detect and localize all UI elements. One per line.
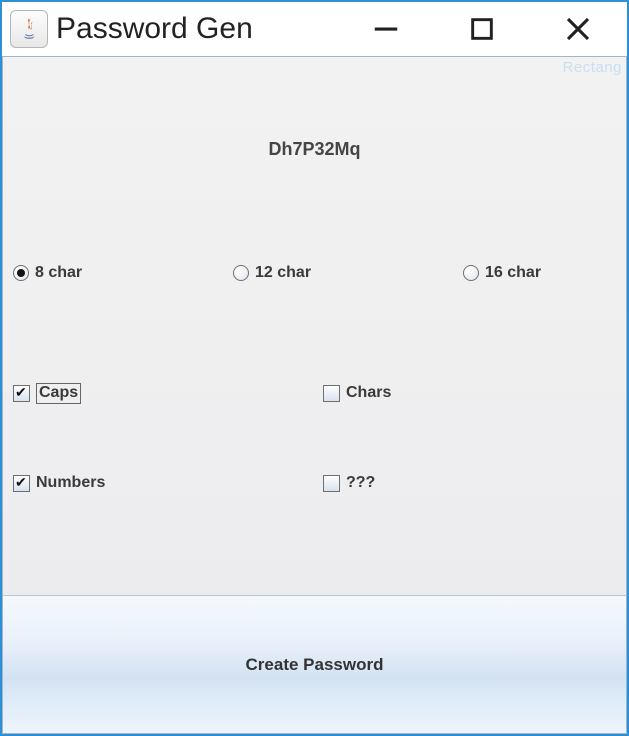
radio-label: 12 char bbox=[255, 264, 311, 282]
generated-password: Dh7P32Mq bbox=[268, 139, 360, 160]
radio-label: 16 char bbox=[485, 264, 541, 282]
radio-icon bbox=[233, 265, 249, 281]
checkbox-icon bbox=[13, 475, 30, 492]
window-controls bbox=[369, 12, 595, 46]
length-option-8[interactable]: 8 char bbox=[13, 264, 233, 282]
option-caps[interactable]: Caps bbox=[13, 383, 323, 404]
radio-label: 8 char bbox=[35, 264, 82, 282]
checkbox-label: Chars bbox=[346, 384, 391, 402]
checkbox-label: Numbers bbox=[36, 474, 105, 492]
checkbox-icon bbox=[323, 475, 340, 492]
radio-icon bbox=[463, 265, 479, 281]
option-mystery[interactable]: ??? bbox=[323, 474, 616, 492]
checkbox-label: Caps bbox=[36, 383, 81, 404]
titlebar: Password Gen bbox=[2, 2, 627, 56]
window-title: Password Gen bbox=[56, 12, 253, 46]
option-chars[interactable]: Chars bbox=[323, 384, 616, 402]
option-numbers[interactable]: Numbers bbox=[13, 474, 323, 492]
checkbox-icon bbox=[323, 385, 340, 402]
length-radio-group: 8 char 12 char 16 char bbox=[3, 242, 626, 304]
checkbox-label: ??? bbox=[346, 474, 375, 492]
output-area: Dh7P32Mq bbox=[3, 57, 626, 242]
radio-icon bbox=[13, 265, 29, 281]
close-button[interactable] bbox=[561, 12, 595, 46]
app-window: Password Gen Rectang Dh7P32Mq 8 char bbox=[0, 0, 629, 736]
maximize-button[interactable] bbox=[465, 12, 499, 46]
action-bar: Create Password bbox=[3, 595, 626, 733]
options-grid: Caps Chars Numbers ??? bbox=[3, 304, 626, 534]
create-password-button[interactable]: Create Password bbox=[3, 596, 626, 733]
minimize-button[interactable] bbox=[369, 12, 403, 46]
length-option-12[interactable]: 12 char bbox=[233, 264, 463, 282]
length-option-16[interactable]: 16 char bbox=[463, 264, 616, 282]
checkbox-icon bbox=[13, 385, 30, 402]
client-area: Rectang Dh7P32Mq 8 char 12 char 16 char bbox=[2, 56, 627, 734]
java-icon bbox=[10, 10, 48, 48]
